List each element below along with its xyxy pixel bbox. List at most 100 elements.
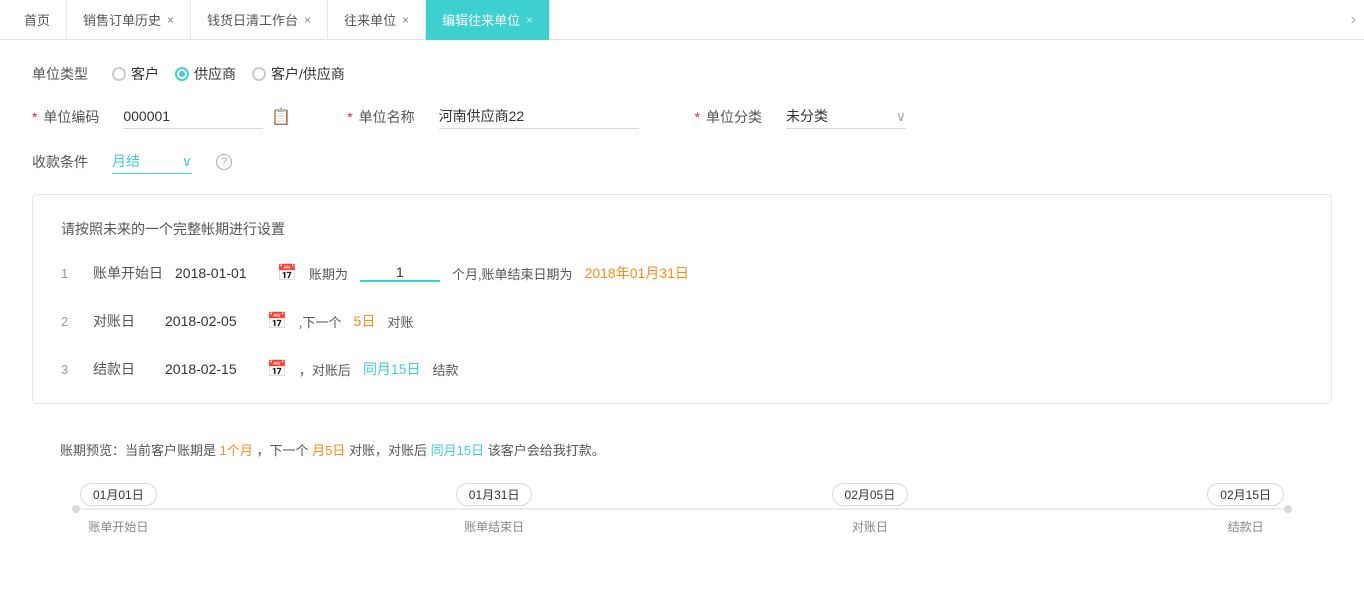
unit-category-label: 单位分类: [706, 109, 762, 125]
row-date-2: 2018-02-05: [165, 313, 255, 329]
timeline-label-3: 对账日: [852, 518, 888, 535]
timeline-point-3: 02月05日 对账日: [832, 483, 909, 535]
tab-partner-label: 往来单位: [344, 10, 396, 29]
unit-code-label: 单位编码: [43, 109, 99, 125]
timeline-point-2: 01月31日 账单结束日: [456, 483, 533, 535]
unit-type-label: 单位类型: [32, 64, 88, 84]
settings-row-3: 3 结款日 2018-02-15 📅 ，对账后 同月15日 结款: [61, 359, 1303, 379]
required-star-name: *: [347, 109, 352, 125]
row-num-2: 2: [61, 314, 81, 329]
unit-info-row: * 单位编码 📋 * 单位名称 * 单位分类 未分类 ∨: [32, 104, 1332, 129]
settings-title: 请按照未来的一个完整帐期进行设置: [61, 219, 1303, 239]
preview-prefix: 账期预览：当前客户账期是: [60, 443, 216, 458]
row-cal-icon-3[interactable]: 📅: [267, 359, 287, 379]
timeline-label-1: 账单开始日: [88, 518, 148, 535]
radio-customer[interactable]: 客户: [112, 64, 159, 84]
row-desc-2a: ,下一个: [299, 312, 342, 331]
row-highlight-3: 同月15日: [363, 359, 421, 379]
required-star-code: *: [32, 109, 37, 125]
unit-name-field-group: [439, 104, 639, 129]
row-cal-icon-1[interactable]: 📅: [277, 263, 297, 283]
tab-cash-work-label: 钱货日清工作台: [207, 10, 298, 29]
settings-row-1: 1 账单开始日 2018-01-01 📅 账期为 个月,账单结束日期为 2018…: [61, 263, 1303, 283]
row-desc-2b: 对账: [387, 312, 413, 331]
preview-part1: 1个月: [220, 443, 253, 458]
preview-suffix: 该客户会给我打款。: [488, 443, 605, 458]
row-date-3: 2018-02-15: [165, 361, 255, 377]
timeline-points: 01月01日 账单开始日 01月31日 账单结束日 02月05日 对账日 02月…: [80, 483, 1284, 535]
tab-edit-partner-close[interactable]: ×: [526, 13, 533, 27]
preview-text: 账期预览：当前客户账期是 1个月 ，下一个 月5日 对账，对账后 同月15日 该…: [32, 440, 1332, 459]
unit-name-input[interactable]: [439, 104, 639, 129]
timeline-point-4: 02月15日 结款日: [1207, 483, 1284, 535]
row-highlight-2: 5日: [354, 311, 376, 331]
main-content: 单位类型 客户 供应商 客户/供应商 * 单位编码 📋 *: [0, 40, 1364, 608]
unit-name-label: 单位名称: [359, 109, 415, 125]
payment-terms-select[interactable]: 月结: [112, 149, 192, 174]
timeline-point-1: 01月01日 账单开始日: [80, 483, 157, 535]
row-num-1: 1: [61, 266, 81, 281]
tab-sales-history-close[interactable]: ×: [167, 13, 174, 27]
timeline-badge-3: 02月05日: [832, 483, 909, 506]
preview-mid2: 对账，对账后: [349, 443, 427, 458]
unit-category-select[interactable]: 未分类: [786, 104, 906, 129]
settings-row-2: 2 对账日 2018-02-05 📅 ,下一个 5日 对账: [61, 311, 1303, 331]
tab-home[interactable]: 首页: [8, 0, 67, 40]
row-desc-3b: 结款: [433, 360, 459, 379]
timeline-badge-2: 01月31日: [456, 483, 533, 506]
unit-type-row: 单位类型 客户 供应商 客户/供应商: [32, 64, 1332, 84]
preview-mid1: ，下一个: [257, 443, 309, 458]
tab-cash-work[interactable]: 钱货日清工作台 ×: [191, 0, 328, 40]
row-date-1: 2018-01-01: [175, 265, 265, 281]
payment-terms-select-wrapper: 月结 ∨: [112, 149, 192, 174]
timeline-badge-1: 01月01日: [80, 483, 157, 506]
preview-section: 账期预览：当前客户账期是 1个月 ，下一个 月5日 对账，对账后 同月15日 该…: [32, 424, 1332, 535]
radio-customer-supplier-circle: [252, 67, 266, 81]
timeline-label-2: 账单结束日: [464, 518, 524, 535]
radio-supplier[interactable]: 供应商: [175, 64, 236, 84]
payment-terms-label: 收款条件: [32, 152, 88, 172]
row-label-2: 对账日: [93, 311, 153, 331]
row-label-1: 账单开始日: [93, 263, 163, 283]
unit-code-field-group: 📋: [123, 104, 291, 129]
row-label-3: 结款日: [93, 359, 153, 379]
row-num-3: 3: [61, 362, 81, 377]
row-desc-1b: 个月,账单结束日期为: [452, 264, 573, 283]
row-cal-icon-2[interactable]: 📅: [267, 311, 287, 331]
timeline-label-4: 结款日: [1228, 518, 1264, 535]
timeline-badge-4: 02月15日: [1207, 483, 1284, 506]
preview-part3: 同月15日: [431, 443, 484, 458]
unit-name-label-star: * 单位名称: [347, 107, 414, 127]
settings-box: 请按照未来的一个完整帐期进行设置 1 账单开始日 2018-01-01 📅 账期…: [32, 194, 1332, 404]
radio-customer-circle: [112, 67, 126, 81]
tabs-scroll-right-icon[interactable]: ›: [1351, 11, 1356, 29]
row-highlight-1: 2018年01月31日: [585, 263, 689, 283]
unit-type-radio-group: 客户 供应商 客户/供应商: [112, 64, 345, 84]
unit-code-label-star: * 单位编码: [32, 107, 99, 127]
tab-edit-partner[interactable]: 编辑往来单位 ×: [426, 0, 550, 40]
period-input[interactable]: [360, 264, 440, 282]
row-desc-1a: 账期为: [309, 264, 348, 283]
timeline-container: 01月01日 账单开始日 01月31日 账单结束日 02月05日 对账日 02月…: [32, 483, 1332, 535]
tab-home-label: 首页: [24, 10, 50, 29]
unit-category-label-star: * 单位分类: [695, 107, 762, 127]
radio-customer-supplier-label: 客户/供应商: [271, 64, 345, 84]
row-desc-3a: ，对账后: [299, 360, 351, 379]
preview-part2: 月5日: [312, 443, 345, 458]
radio-customer-label: 客户: [131, 64, 159, 84]
tab-partner[interactable]: 往来单位 ×: [328, 0, 426, 40]
tabs-bar: 首页 销售订单历史 × 钱货日清工作台 × 往来单位 × 编辑往来单位 × ›: [0, 0, 1364, 40]
radio-supplier-label: 供应商: [194, 64, 236, 84]
tab-edit-partner-label: 编辑往来单位: [442, 10, 520, 29]
unit-code-input[interactable]: [123, 104, 263, 129]
tab-sales-history[interactable]: 销售订单历史 ×: [67, 0, 191, 40]
unit-code-copy-icon[interactable]: 📋: [271, 107, 291, 127]
radio-customer-supplier[interactable]: 客户/供应商: [252, 64, 345, 84]
payment-terms-row: 收款条件 月结 ∨ ?: [32, 149, 1332, 174]
timeline-dot-start: [72, 505, 80, 513]
unit-category-select-wrapper: 未分类 ∨: [786, 104, 906, 129]
tab-partner-close[interactable]: ×: [402, 13, 409, 27]
tab-cash-work-close[interactable]: ×: [304, 13, 311, 27]
payment-terms-help-icon[interactable]: ?: [216, 154, 232, 170]
timeline-dot-end: [1284, 505, 1292, 513]
